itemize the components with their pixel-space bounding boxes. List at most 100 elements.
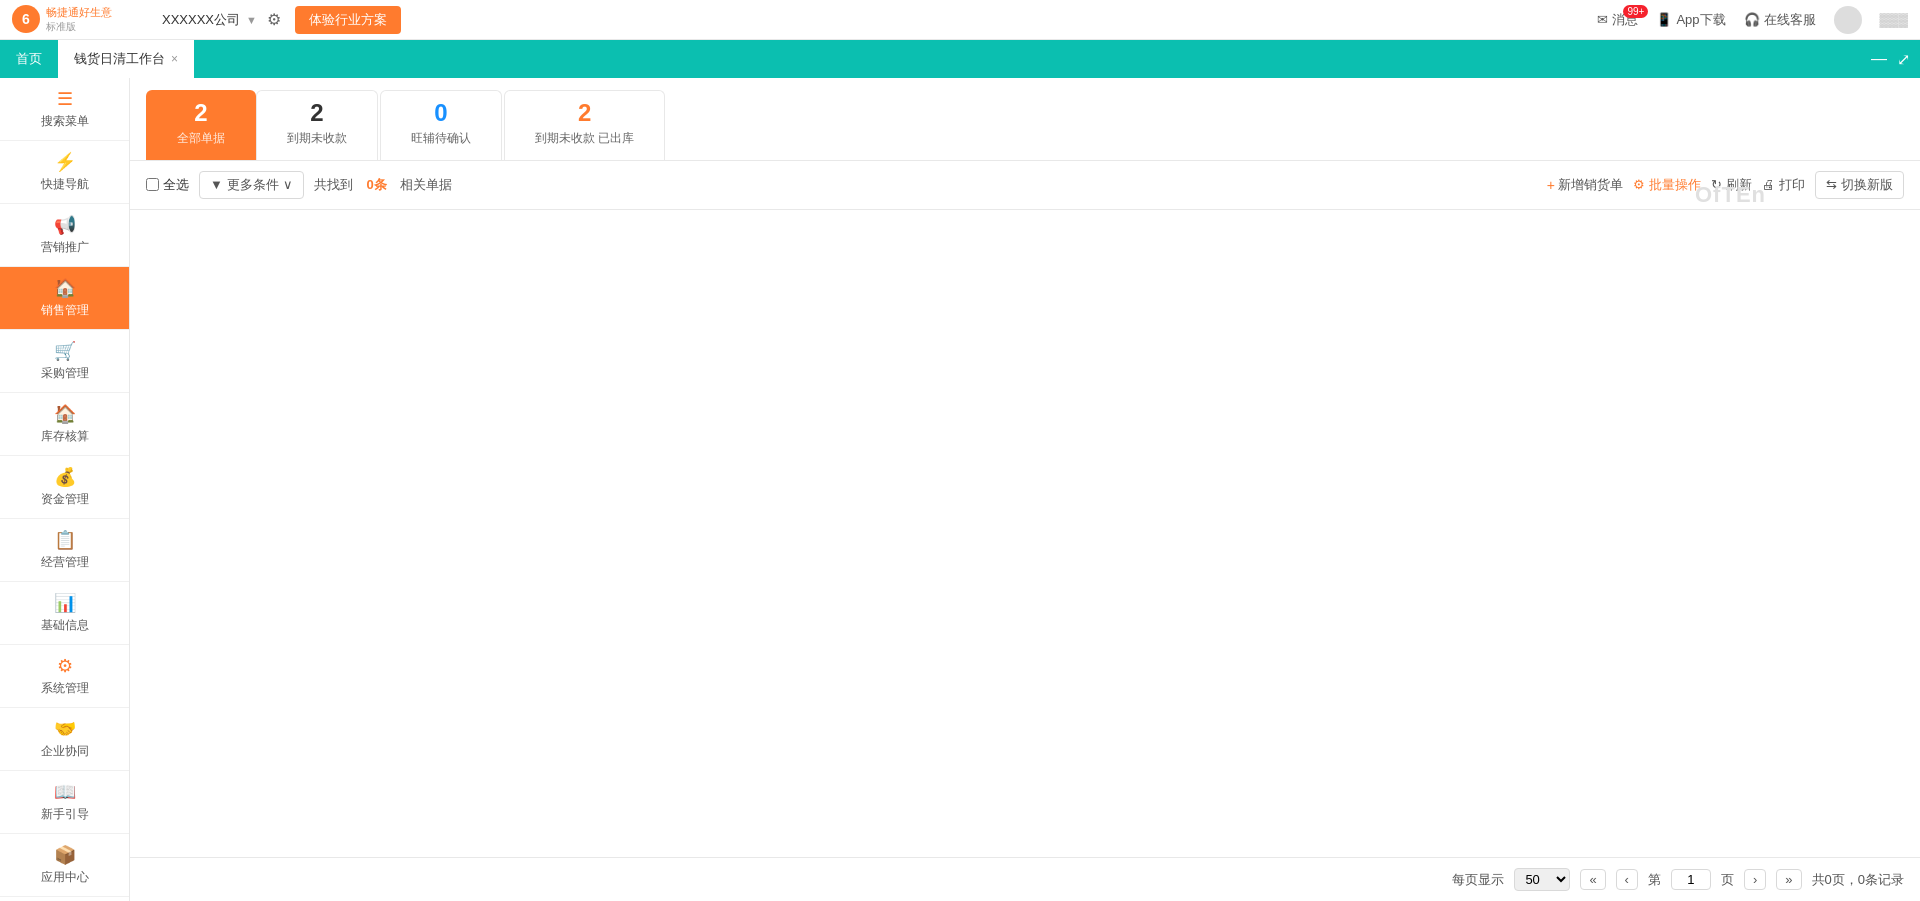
sidebar-item-label: 应用中心 <box>41 869 89 886</box>
new-sale-order-btn[interactable]: + 新增销货单 <box>1547 176 1623 194</box>
tab-qrhq-label: 钱货日清工作台 <box>74 50 165 68</box>
stat-num-wangwang: 0 <box>434 99 447 128</box>
switch-icon: ⇆ <box>1826 177 1837 192</box>
filter-icon: ▼ <box>210 177 223 192</box>
select-all-checkbox[interactable]: 全选 <box>146 176 189 194</box>
sidebar-item-purchase[interactable]: 🛒 采购管理 <box>0 330 129 393</box>
sidebar-item-enterprise[interactable]: 🤝 企业协同 <box>0 708 129 771</box>
sidebar-item-label: 新手引导 <box>41 806 89 823</box>
toolbar-right: + 新增销货单 ⚙ 批量操作 ↻ 刷新 🖨 打印 ⇆ 切换新版 <box>1547 171 1904 199</box>
total-label: 共0页，0条记录 <box>1812 871 1904 889</box>
sidebar-item-quick-nav[interactable]: ⚡ 快捷导航 <box>0 141 129 204</box>
inventory-icon: 🏠 <box>54 403 76 425</box>
sidebar-item-label: 经营管理 <box>41 554 89 571</box>
last-page-btn[interactable]: » <box>1776 869 1801 890</box>
found-suffix: 相关单据 <box>397 176 453 194</box>
sidebar: ☰ 搜索菜单 ⚡ 快捷导航 📢 营销推广 🏠 销售管理 🛒 采购管理 🏠 库存核… <box>0 78 130 901</box>
print-icon: 🖨 <box>1762 177 1775 192</box>
logo-text: 畅捷通好生意 <box>46 5 112 19</box>
stat-label-overdue-out: 到期未收款 已出库 <box>535 130 634 147</box>
tab-qrhq[interactable]: 钱货日清工作台 × <box>58 40 194 78</box>
batch-operation-btn[interactable]: ⚙ 批量操作 <box>1633 176 1701 194</box>
user-name[interactable]: ▓▓▓ <box>1880 12 1908 27</box>
sidebar-item-wechat[interactable]: 💬 企业微信 <box>0 897 129 901</box>
sidebar-item-label: 资金管理 <box>41 491 89 508</box>
top-bar: 6 畅捷通好生意 标准版 XXXXXX公司 ▼ ⚙ 体验行业方案 ✉ 消息 99… <box>0 0 1920 40</box>
filter-dropdown-icon: ∨ <box>283 177 293 192</box>
switch-version-btn[interactable]: ⇆ 切换新版 <box>1815 171 1904 199</box>
app-download-btn[interactable]: 📱 App下载 <box>1656 11 1725 29</box>
stat-num-overdue-out: 2 <box>578 99 591 128</box>
app-center-icon: 📦 <box>54 844 76 866</box>
search-menu-icon: ☰ <box>57 88 73 110</box>
guide-icon: 📖 <box>54 781 76 803</box>
found-prefix: 共找到 <box>314 176 357 194</box>
found-count: 0条 <box>367 176 387 194</box>
user-label: ▓▓▓ <box>1880 12 1908 27</box>
sidebar-item-sales[interactable]: 🏠 销售管理 <box>0 267 129 330</box>
sidebar-item-label: 基础信息 <box>41 617 89 634</box>
switch-label: 切换新版 <box>1841 176 1893 194</box>
select-all-label: 全选 <box>163 176 189 194</box>
sidebar-item-label: 库存核算 <box>41 428 89 445</box>
sidebar-item-marketing[interactable]: 📢 营销推广 <box>0 204 129 267</box>
first-page-btn[interactable]: « <box>1580 869 1605 890</box>
gear-icon: ⚙ <box>267 11 281 28</box>
refresh-label: 刷新 <box>1726 176 1752 194</box>
more-filters-btn[interactable]: ▼ 更多条件 ∨ <box>199 171 304 199</box>
sidebar-item-finance[interactable]: 💰 资金管理 <box>0 456 129 519</box>
sidebar-item-app-center[interactable]: 📦 应用中心 <box>0 834 129 897</box>
stat-card-wangwang[interactable]: 0 旺辅待确认 <box>380 90 502 160</box>
message-btn[interactable]: ✉ 消息 99+ <box>1597 11 1638 29</box>
sidebar-item-basic-info[interactable]: 📊 基础信息 <box>0 582 129 645</box>
current-page-input[interactable] <box>1671 869 1711 890</box>
app-download-label: App下载 <box>1676 11 1725 29</box>
print-btn[interactable]: 🖨 打印 <box>1762 176 1805 194</box>
sidebar-item-search-menu[interactable]: ☰ 搜索菜单 <box>0 78 129 141</box>
purchase-icon: 🛒 <box>54 340 76 362</box>
batch-label: 批量操作 <box>1649 176 1701 194</box>
stat-card-overdue-out[interactable]: 2 到期未收款 已出库 <box>504 90 665 160</box>
online-service-btn[interactable]: 🎧 在线客服 <box>1744 11 1816 29</box>
service-icon: 🎧 <box>1744 12 1760 27</box>
refresh-btn[interactable]: ↻ 刷新 <box>1711 176 1752 194</box>
stat-cards-row: 2 全部单据 2 到期未收款 0 旺辅待确认 2 到期未收款 已出库 <box>130 78 1920 161</box>
settings-icon-btn[interactable]: ⚙ <box>267 10 281 29</box>
more-filters-label: 更多条件 <box>227 176 279 194</box>
phone-icon: 📱 <box>1656 12 1672 27</box>
tab-home-label: 首页 <box>16 50 42 68</box>
sidebar-item-system[interactable]: ⚙ 系统管理 <box>0 645 129 708</box>
minimize-icon[interactable]: — <box>1871 50 1887 68</box>
message-badge: 99+ <box>1623 5 1648 18</box>
toolbar-left: 全选 ▼ 更多条件 ∨ 共找到 0条 相关单据 <box>146 171 1535 199</box>
stat-label-overdue: 到期未收款 <box>287 130 347 147</box>
sidebar-item-guide[interactable]: 📖 新手引导 <box>0 771 129 834</box>
content-area: 2 全部单据 2 到期未收款 0 旺辅待确认 2 到期未收款 已出库 全选 <box>130 78 1920 901</box>
new-btn-label: 新增销货单 <box>1558 176 1623 194</box>
basic-info-icon: 📊 <box>54 592 76 614</box>
stat-num-overdue: 2 <box>310 99 323 128</box>
batch-icon: ⚙ <box>1633 177 1645 192</box>
nav-tabs-right-controls: — ⤢ <box>1871 50 1920 69</box>
prev-page-btn[interactable]: ‹ <box>1616 869 1638 890</box>
sidebar-item-inventory[interactable]: 🏠 库存核算 <box>0 393 129 456</box>
next-page-btn[interactable]: › <box>1744 869 1766 890</box>
sidebar-item-operations[interactable]: 📋 经营管理 <box>0 519 129 582</box>
company-selector[interactable]: XXXXXX公司 ▼ <box>162 11 257 29</box>
plus-icon: + <box>1547 177 1555 193</box>
stat-card-all[interactable]: 2 全部单据 <box>146 90 256 160</box>
page-suffix-label: 页 <box>1721 871 1734 889</box>
avatar[interactable] <box>1834 6 1862 34</box>
maximize-icon[interactable]: ⤢ <box>1897 50 1910 69</box>
close-icon[interactable]: × <box>171 52 178 66</box>
tab-home[interactable]: 首页 <box>0 40 58 78</box>
select-all-input[interactable] <box>146 178 159 191</box>
sidebar-item-label: 系统管理 <box>41 680 89 697</box>
page-size-select[interactable]: 50 100 200 <box>1514 868 1570 891</box>
message-icon: ✉ <box>1597 12 1608 27</box>
quick-nav-icon: ⚡ <box>54 151 76 173</box>
trial-button[interactable]: 体验行业方案 <box>295 6 401 34</box>
sidebar-item-label: 销售管理 <box>41 302 89 319</box>
stat-card-overdue[interactable]: 2 到期未收款 <box>256 90 378 160</box>
system-icon: ⚙ <box>57 655 73 677</box>
